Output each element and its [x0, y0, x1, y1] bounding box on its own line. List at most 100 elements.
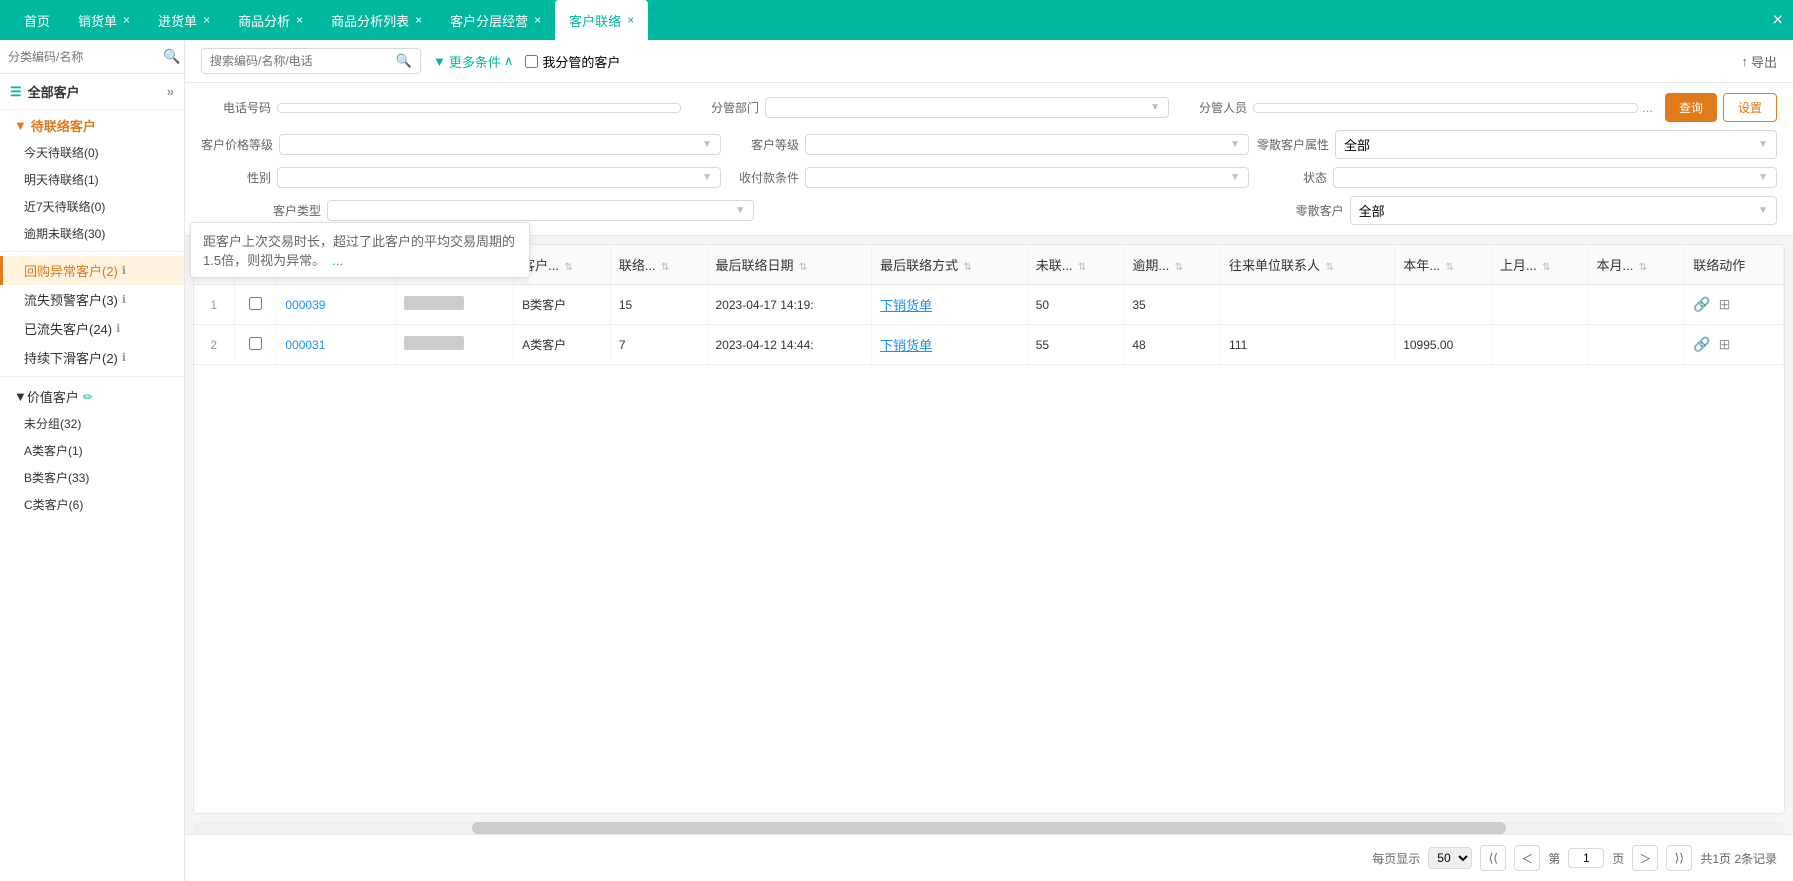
scrollbar-thumb[interactable] — [472, 822, 1507, 834]
sidebar-all-customers[interactable]: ☰ 全部客户 » — [0, 74, 184, 110]
person-dots[interactable]: ... — [1638, 100, 1657, 115]
sidebar-collapse-icon[interactable]: » — [167, 84, 174, 99]
chevron-dept: ▼ — [1150, 102, 1160, 113]
col-overdue: 逾期... ⇅ — [1124, 245, 1221, 285]
search-button[interactable]: 🔍 — [396, 53, 412, 69]
my-customers-checkbox[interactable]: 我分管的客户 — [525, 52, 620, 71]
sort-type-icon[interactable]: ⇅ — [564, 262, 572, 273]
price-level-input[interactable]: ▼ — [279, 134, 721, 155]
sidebar-item-lost[interactable]: 已流失客户(24) ℹ — [0, 314, 184, 343]
sidebar-divider-1 — [0, 251, 184, 252]
sidebar-item-rebuy-abnormal[interactable]: 回购异常客户(2) ℹ — [0, 256, 184, 285]
my-customers-checkbox-input[interactable] — [525, 55, 538, 68]
cell-code-2[interactable]: 000031 — [277, 325, 395, 365]
search-input[interactable] — [210, 54, 396, 68]
filter-bar: 🔍 ▼ 更多条件 ∧ 我分管的客户 ↑ 导出 — [185, 40, 1793, 83]
nav-purchase-order[interactable]: 进货单 × — [144, 0, 224, 40]
customer-level-input[interactable]: ▼ — [805, 134, 1249, 155]
blurred-name-2 — [404, 336, 464, 350]
tooltip-more[interactable]: ... — [332, 253, 343, 268]
export-icon: ↑ — [1741, 54, 1748, 69]
more-conditions-button[interactable]: ▼ 更多条件 ∧ — [433, 52, 513, 71]
nav-customer-management[interactable]: 客户分层经营 × — [436, 0, 555, 40]
export-button[interactable]: ↑ 导出 — [1741, 52, 1777, 71]
horizontal-scrollbar[interactable] — [193, 822, 1785, 834]
sort-method-icon[interactable]: ⇅ — [964, 262, 972, 273]
edit-icon[interactable]: ✏ — [83, 390, 93, 404]
action-icon-grid-1[interactable]: ⊞ — [1719, 296, 1731, 313]
sort-uncontacted-icon[interactable]: ⇅ — [1078, 262, 1086, 273]
sidebar-search-input[interactable] — [8, 50, 163, 64]
sort-lastmonth-icon[interactable]: ⇅ — [1542, 262, 1550, 273]
close-purchase-order[interactable]: × — [203, 13, 210, 27]
sidebar-item-unclassified[interactable]: 未分组(32) — [0, 410, 184, 437]
sort-company-icon[interactable]: ⇅ — [1325, 262, 1333, 273]
sidebar-item-class-c[interactable]: C类客户(6) — [0, 491, 184, 518]
filter-retail-customer: 零散客户 全部 ▼ — [1274, 196, 1777, 225]
cell-company-2: 111 — [1221, 325, 1395, 365]
nav-customer-contact[interactable]: 客户联络 × — [555, 0, 648, 40]
row-checkbox-1[interactable] — [249, 297, 262, 310]
last-method-link-2[interactable]: 下销货单 — [880, 338, 932, 353]
prev-page-button[interactable]: ＜ — [1514, 845, 1540, 871]
setting-button[interactable]: 设置 — [1723, 93, 1777, 122]
last-method-link-1[interactable]: 下销货单 — [880, 298, 932, 313]
retail-attr-input[interactable]: 全部 ▼ — [1335, 130, 1777, 159]
close-customer-contact[interactable]: × — [627, 13, 634, 27]
nav-home[interactable]: 首页 — [10, 0, 64, 40]
top-navigation: 首页 销货单 × 进货单 × 商品分析 × 商品分析列表 × 客户分层经营 × … — [0, 0, 1793, 40]
page-size-select[interactable]: 50 — [1428, 847, 1472, 869]
sidebar-item-today[interactable]: 今天待联络(0) — [0, 139, 184, 166]
phone-input[interactable] — [277, 103, 681, 113]
sidebar-item-class-b[interactable]: B类客户(33) — [0, 464, 184, 491]
action-icon-link-2[interactable]: 🔗 — [1693, 336, 1710, 353]
window-close-button[interactable]: × — [1772, 10, 1783, 31]
retail-customer-input[interactable]: 全部 ▼ — [1350, 196, 1777, 225]
sort-year-icon[interactable]: ⇅ — [1445, 262, 1453, 273]
page-suffix: 页 — [1612, 850, 1624, 867]
payment-input[interactable]: ▼ — [805, 167, 1249, 188]
total-records-label: 共1页 2条记录 — [1700, 850, 1777, 867]
row-checkbox-2[interactable] — [249, 337, 262, 350]
action-buttons: 查询 设置 — [1665, 93, 1777, 122]
sort-thismonth-icon[interactable]: ⇅ — [1639, 262, 1647, 273]
next-page-button[interactable]: ＞ — [1632, 845, 1658, 871]
sort-date-icon[interactable]: ⇅ — [799, 262, 807, 273]
query-button[interactable]: 查询 — [1665, 93, 1717, 122]
close-sales-order[interactable]: × — [123, 13, 130, 27]
customer-type-input[interactable]: ▼ — [327, 200, 754, 221]
nav-product-analysis-list[interactable]: 商品分析列表 × — [317, 0, 436, 40]
person-input[interactable] — [1253, 103, 1638, 113]
sidebar-search-icon[interactable]: 🔍 — [163, 48, 180, 65]
sidebar-group-pending[interactable]: ▼ 待联络客户 — [0, 110, 184, 139]
gender-input[interactable]: ▼ — [277, 167, 721, 188]
close-product-analysis-list[interactable]: × — [415, 13, 422, 27]
sidebar-item-overdue[interactable]: 逾期未联络(30) — [0, 220, 184, 247]
sidebar-item-class-a[interactable]: A类客户(1) — [0, 437, 184, 464]
close-product-analysis[interactable]: × — [296, 13, 303, 27]
nav-product-analysis[interactable]: 商品分析 × — [224, 0, 317, 40]
info-icon-declining[interactable]: ℹ — [122, 351, 126, 364]
close-customer-management[interactable]: × — [534, 13, 541, 27]
first-page-button[interactable]: ⟨⟨ — [1480, 845, 1506, 871]
info-icon-rebuy[interactable]: ℹ — [122, 264, 126, 277]
sort-overdue-icon[interactable]: ⇅ — [1175, 262, 1183, 273]
nav-sales-order[interactable]: 销货单 × — [64, 0, 144, 40]
sidebar-item-tomorrow[interactable]: 明天待联络(1) — [0, 166, 184, 193]
sort-contact-icon[interactable]: ⇅ — [661, 262, 669, 273]
last-page-button[interactable]: ⟩⟩ — [1666, 845, 1692, 871]
info-icon-lost[interactable]: ℹ — [116, 322, 120, 335]
dept-input[interactable]: ▼ — [765, 97, 1169, 118]
sidebar-item-7days[interactable]: 近7天待联络(0) — [0, 193, 184, 220]
info-icon-loss-warning[interactable]: ℹ — [122, 293, 126, 306]
sidebar-item-declining[interactable]: 持续下滑客户(2) ℹ — [0, 343, 184, 372]
action-icon-grid-2[interactable]: ⊞ — [1719, 336, 1731, 353]
action-icon-link-1[interactable]: 🔗 — [1693, 296, 1710, 313]
cell-code-1[interactable]: 000039 — [277, 285, 395, 325]
sidebar-item-loss-warning[interactable]: 流失预警客户(3) ℹ — [0, 285, 184, 314]
page-number-input[interactable] — [1568, 848, 1604, 868]
status-input[interactable]: ▼ — [1333, 167, 1777, 188]
sidebar-value-group[interactable]: ▼ 价值客户 ✏ — [0, 381, 184, 410]
cell-uncontacted-2: 55 — [1027, 325, 1124, 365]
table-row: 1 000039 B类客户 15 2023-04-17 14:19: 下销货单 — [194, 285, 1784, 325]
